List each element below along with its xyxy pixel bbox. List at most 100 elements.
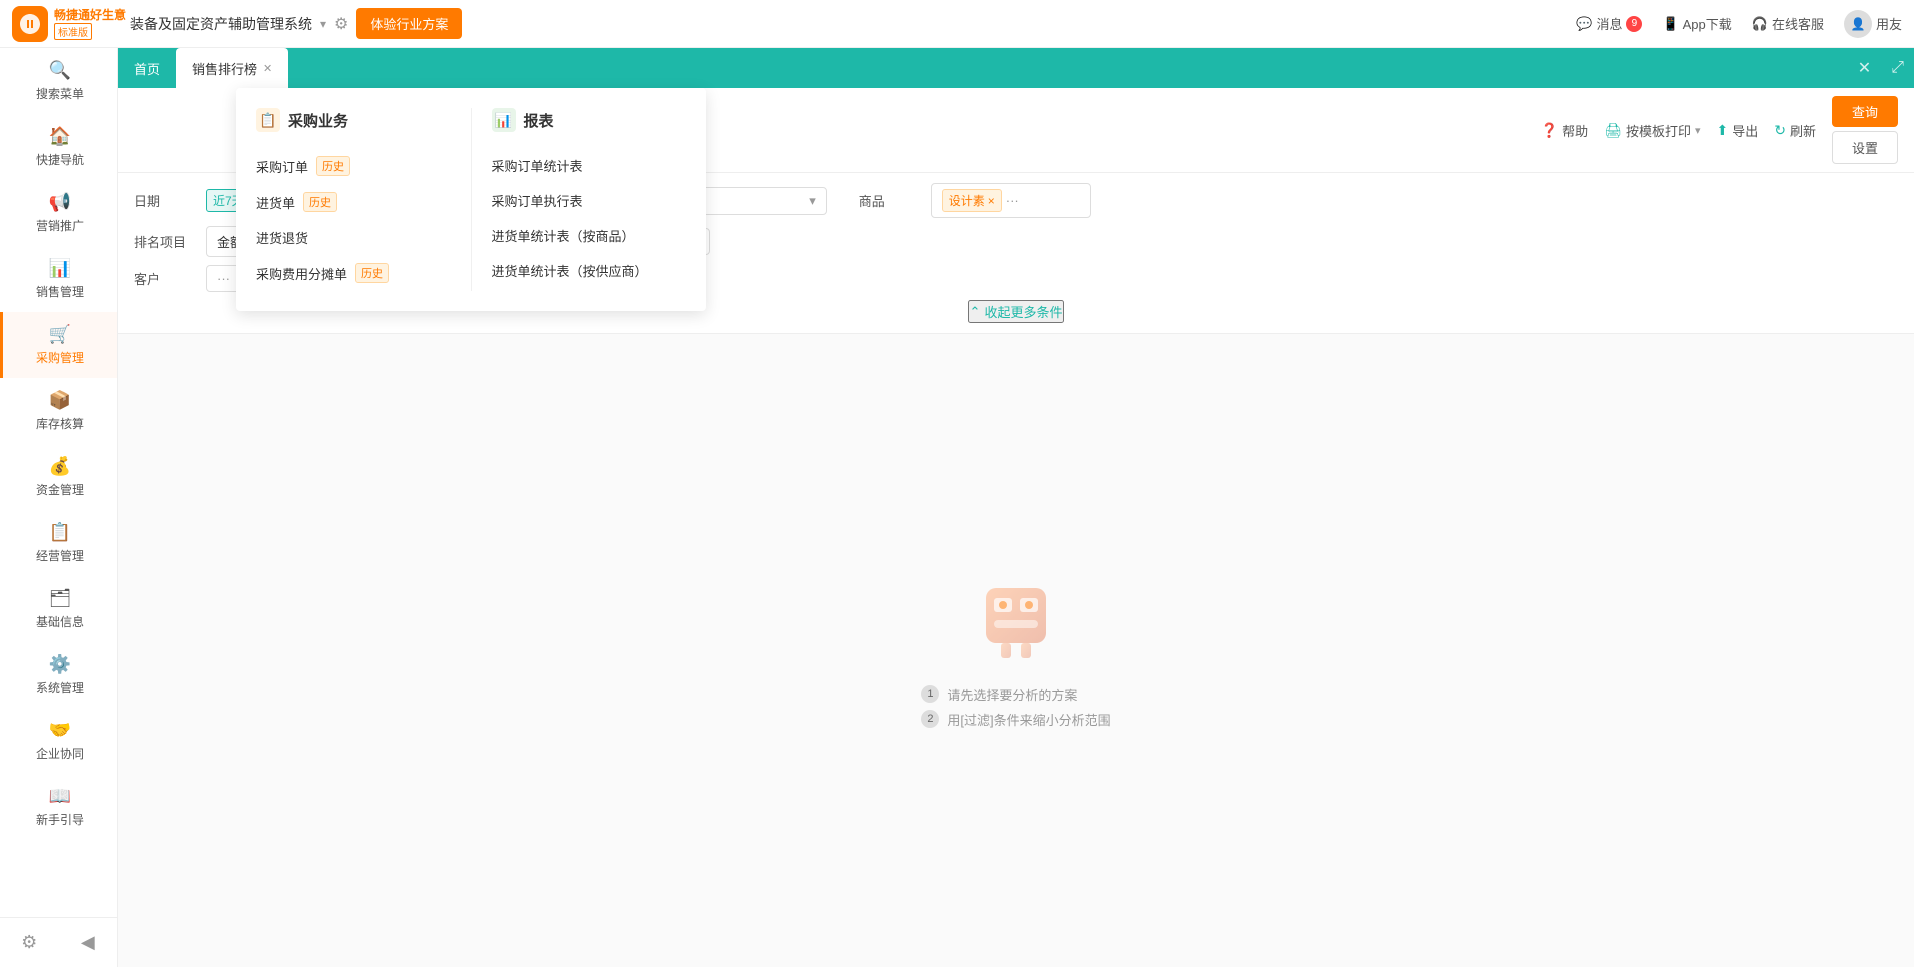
- tab-bar-end: ✕ ⤢: [1848, 58, 1914, 78]
- dropdown-item-incoming-stats-supplier[interactable]: 进货单统计表（按供应商）: [492, 253, 687, 288]
- message-button[interactable]: 💬 消息 9: [1576, 14, 1642, 33]
- incoming-label: 进货单: [256, 193, 295, 212]
- dropdown-item-return[interactable]: 进货退货: [256, 220, 451, 255]
- online-service-button[interactable]: 🎧 在线客服: [1752, 14, 1824, 33]
- sidebar-settings-button[interactable]: ⚙: [0, 926, 59, 959]
- help-icon: ❓: [1541, 122, 1558, 139]
- hint-text-2: 用[过滤]条件来缩小分析范围: [947, 710, 1110, 729]
- goods-more-icon[interactable]: ···: [1006, 193, 1019, 208]
- goods-tag: 设计素 ×: [942, 189, 1002, 212]
- sidebar-bottom: ⚙ ◀: [0, 917, 117, 967]
- guide-icon: 📖: [49, 786, 71, 807]
- avatar: 👤: [1844, 10, 1872, 38]
- print-button[interactable]: 🖨 按模板打印 ▾: [1604, 121, 1700, 140]
- sidebar-item-inventory[interactable]: 📦 库存核算: [0, 378, 117, 444]
- hint-num-1: 1: [921, 685, 939, 703]
- empty-hint-2: 2 用[过滤]条件来缩小分析范围: [921, 710, 1110, 729]
- collapse-button[interactable]: ⌃ 收起更多条件: [968, 300, 1065, 323]
- tab-maximize-icon[interactable]: ⤢: [1881, 59, 1914, 77]
- message-icon: 💬: [1576, 16, 1592, 32]
- dropdown-item-po-stats[interactable]: 采购订单统计表: [492, 148, 687, 183]
- sidebar-collapse-button[interactable]: ◀: [59, 926, 118, 959]
- message-badge: 9: [1626, 16, 1642, 32]
- dropdown-item-incoming-stats-goods[interactable]: 进货单统计表（按商品）: [492, 218, 687, 253]
- sidebar-item-operations[interactable]: 📋 经营管理: [0, 510, 117, 576]
- tab-sales-ranking[interactable]: 销售排行榜 ✕: [176, 48, 288, 88]
- dropdown-item-po-exec[interactable]: 采购订单执行表: [492, 183, 687, 218]
- app-download-button[interactable]: 📱 App下载: [1662, 14, 1731, 33]
- sales-icon: 📊: [49, 258, 71, 279]
- sidebar-item-search-menu[interactable]: 🔍 搜索菜单: [0, 48, 117, 114]
- query-button[interactable]: 查询: [1832, 96, 1898, 127]
- empty-hint-1: 1 请先选择要分析的方案: [921, 685, 1077, 704]
- help-label: 帮助: [1562, 121, 1588, 140]
- sidebar-label-system: 系统管理: [36, 679, 84, 696]
- report-title: 📊 报表: [492, 108, 687, 132]
- system-title: 装备及固定资产辅助管理系统: [130, 14, 312, 34]
- user-menu-button[interactable]: 👤 用友: [1844, 10, 1902, 38]
- top-header: 畅捷通好生意 标准版 装备及固定资产辅助管理系统 ▾ ⚙ 体验行业方案 💬 消息…: [0, 0, 1914, 48]
- sidebar-label-cooperation: 企业协同: [36, 745, 84, 762]
- report-label: 报表: [524, 110, 554, 131]
- settings-button[interactable]: 设置: [1832, 131, 1898, 164]
- sidebar-item-basic-info[interactable]: 🗂 基础信息: [0, 576, 117, 642]
- refresh-button[interactable]: ↻ 刷新: [1774, 121, 1816, 140]
- dropdown-arrow-icon[interactable]: ▾: [320, 17, 326, 31]
- return-label: 进货退货: [256, 228, 308, 247]
- purchase-order-history-tag: 历史: [316, 156, 350, 176]
- report-col: 📊 报表 采购订单统计表 采购订单执行表 进货单统计表（按商品） 进货单统计表（…: [471, 108, 707, 291]
- sidebar-item-cooperation[interactable]: 🤝 企业协同: [0, 708, 117, 774]
- sidebar-label-marketing: 营销推广: [36, 217, 84, 234]
- purchase-expense-label: 采购费用分摊单: [256, 264, 347, 283]
- goods-input[interactable]: 设计素 × ···: [931, 183, 1091, 218]
- content-area: 首页 销售排行榜 ✕ ✕ ⤢ ❓ 帮助 🖨 按模板打印 ▾ ⬆: [118, 48, 1914, 967]
- sidebar-item-system[interactable]: ⚙️ 系统管理: [0, 642, 117, 708]
- empty-hints: 1 请先选择要分析的方案 2 用[过滤]条件来缩小分析范围: [921, 685, 1110, 729]
- capital-icon: 💰: [49, 456, 71, 477]
- refresh-label: 刷新: [1790, 121, 1816, 140]
- sidebar-label-sales: 销售管理: [36, 283, 84, 300]
- customer-label: 客户: [134, 269, 194, 288]
- goods-tag-close-icon[interactable]: ×: [988, 194, 995, 208]
- online-service-label: 在线客服: [1772, 14, 1824, 33]
- refresh-icon: ↻: [1774, 122, 1786, 139]
- dropdown-item-purchase-expense[interactable]: 采购费用分摊单 历史: [256, 255, 451, 291]
- phone-icon: 📱: [1662, 16, 1678, 32]
- tab-close-all-icon[interactable]: ✕: [1848, 58, 1881, 78]
- purchase-dropdown-menu: 📋 采购业务 采购订单 历史 进货单 历史 进货退货 采购费用分摊单 历史: [236, 88, 706, 311]
- logo-text: 畅捷通好生意 标准版: [54, 6, 126, 41]
- report-title-icon: 📊: [492, 108, 516, 132]
- sidebar-item-capital[interactable]: 💰 资金管理: [0, 444, 117, 510]
- header-right: 💬 消息 9 📱 App下载 🎧 在线客服 👤 用友: [1576, 10, 1902, 38]
- sidebar-item-purchase[interactable]: 🛒 采购管理: [0, 312, 117, 378]
- help-button[interactable]: ❓ 帮助: [1541, 121, 1588, 140]
- export-label: 导出: [1732, 121, 1758, 140]
- dropdown-item-incoming[interactable]: 进货单 历史: [256, 184, 451, 220]
- export-button[interactable]: ⬆ 导出: [1716, 121, 1758, 140]
- sidebar-item-guide[interactable]: 📖 新手引导: [0, 774, 117, 840]
- po-stats-label: 采购订单统计表: [492, 156, 583, 175]
- goods-tag-text: 设计素: [949, 192, 985, 209]
- marketing-icon: 📢: [49, 192, 71, 213]
- sidebar-item-quick-nav[interactable]: 🏠 快捷导航: [0, 114, 117, 180]
- collapse-label: 收起更多条件: [984, 302, 1062, 321]
- sidebar-label-search: 搜索菜单: [36, 85, 84, 102]
- industry-solution-button[interactable]: 体验行业方案: [356, 8, 462, 39]
- incoming-history-tag: 历史: [303, 192, 337, 212]
- purchase-icon: 🛒: [49, 324, 71, 345]
- sidebar-item-sales[interactable]: 📊 销售管理: [0, 246, 117, 312]
- dropdown-item-purchase-order[interactable]: 采购订单 历史: [256, 148, 451, 184]
- empty-illustration: [966, 578, 1066, 668]
- settings-gear-icon[interactable]: ⚙: [334, 14, 348, 34]
- sidebar-item-marketing[interactable]: 📢 营销推广: [0, 180, 117, 246]
- sidebar-label-quick-nav: 快捷导航: [36, 151, 84, 168]
- purchase-business-col: 📋 采购业务 采购订单 历史 进货单 历史 进货退货 采购费用分摊单 历史: [236, 108, 471, 291]
- customer-more-icon[interactable]: ···: [217, 271, 230, 286]
- print-dropdown-icon[interactable]: ▾: [1695, 124, 1701, 137]
- home-icon: 🏠: [49, 126, 71, 147]
- inventory-icon: 📦: [49, 390, 71, 411]
- tab-close-icon[interactable]: ✕: [263, 62, 272, 75]
- tab-home[interactable]: 首页: [118, 48, 176, 88]
- tab-sales-ranking-label: 销售排行榜: [192, 59, 257, 78]
- sidebar-label-basic-info: 基础信息: [36, 613, 84, 630]
